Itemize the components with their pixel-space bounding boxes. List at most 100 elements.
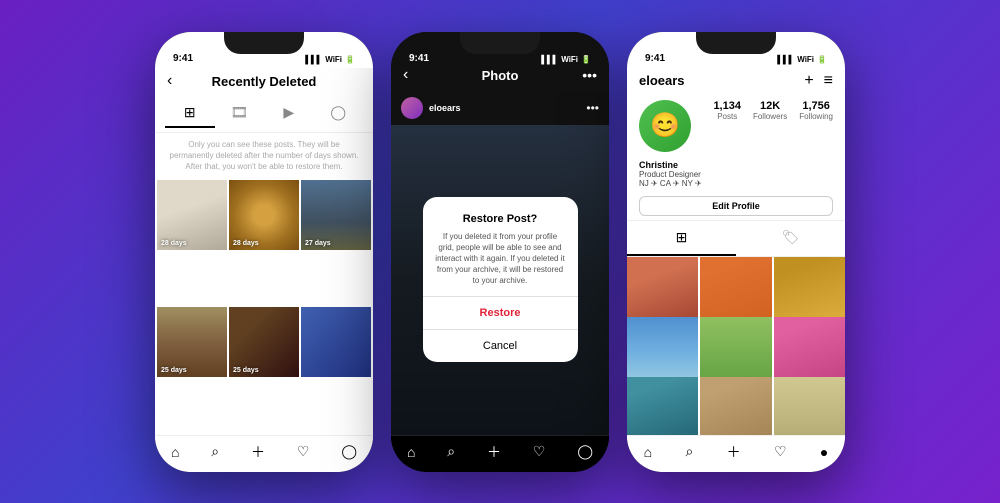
- signal-icon-3: ▌▌▌: [777, 55, 794, 64]
- restore-dialog: Restore Post? If you deleted it from you…: [423, 197, 578, 363]
- bio-name: Christine: [639, 160, 833, 170]
- dialog-body: If you deleted it from your profile grid…: [435, 231, 566, 287]
- profile-avatar: 😊: [639, 100, 691, 152]
- filter-tab-grid[interactable]: ⊞: [165, 99, 215, 128]
- info-text: Only you can see these posts. They will …: [155, 133, 373, 179]
- day-label-4: 25 days: [161, 367, 187, 374]
- profile-grid-item-7[interactable]: [627, 377, 698, 435]
- photo-title: Photo: [482, 68, 519, 83]
- profile-tab-grid[interactable]: ⊞: [627, 221, 736, 256]
- stat-posts-label: Posts: [713, 112, 741, 121]
- cancel-button[interactable]: Cancel: [435, 330, 566, 362]
- phone-photo: 9:41 ▌▌▌ WiFi 🔋 ‹ Photo ••• eloears ••• …: [391, 32, 609, 472]
- search-icon-1[interactable]: ⌕: [211, 443, 219, 460]
- status-time-1: 9:41: [173, 53, 193, 64]
- profile-grid-item-8[interactable]: [700, 377, 771, 435]
- profile-icon-1[interactable]: ◯: [341, 443, 357, 460]
- bottom-nav-1: ⌂ ⌕ ＋ ♡ ◯: [155, 435, 373, 472]
- status-icons-3: ▌▌▌ WiFi 🔋: [777, 55, 827, 64]
- stats-row: 1,134 Posts 12K Followers 1,756 Followin…: [701, 100, 833, 121]
- user-name-sm: eloears: [429, 103, 461, 113]
- screen-2: ‹ Photo ••• eloears ••• Restore Post? If…: [391, 32, 609, 472]
- bottom-nav-3: ⌂ ⌕ ＋ ♡ ●: [627, 435, 845, 472]
- notch-3: [696, 32, 776, 54]
- grid-item-4[interactable]: 25 days: [157, 307, 227, 377]
- nav-bar-1: ‹ Recently Deleted: [155, 68, 373, 95]
- search-icon-2[interactable]: ⌕: [447, 443, 455, 460]
- profile-username: eloears: [639, 73, 685, 88]
- screen-3: eloears + ≡ 😊 1,134 Posts 12K Followers: [627, 68, 845, 472]
- filter-tab-video[interactable]: ▶: [264, 99, 314, 128]
- profile-header: eloears + ≡: [627, 68, 845, 96]
- notch-2: [460, 32, 540, 54]
- back-button-2[interactable]: ‹: [403, 66, 408, 84]
- more-button[interactable]: •••: [582, 67, 597, 83]
- profile-bio: Christine Product Designer NJ ✈ CA ✈ NY …: [627, 156, 845, 192]
- menu-icon[interactable]: ≡: [824, 72, 833, 90]
- grid-item-6[interactable]: [301, 307, 371, 377]
- user-row: eloears •••: [391, 91, 609, 125]
- screen-1: ‹ Recently Deleted ⊞ 🎞 ▶ ◯ Only you can …: [155, 68, 373, 472]
- heart-icon-2[interactable]: ♡: [533, 443, 546, 460]
- filter-tab-story[interactable]: ◯: [314, 99, 364, 128]
- day-label-5: 25 days: [233, 367, 259, 374]
- filter-tabs-1: ⊞ 🎞 ▶ ◯: [155, 95, 373, 133]
- dialog-overlay: Restore Post? If you deleted it from you…: [391, 125, 609, 435]
- phone-profile: 9:41 ▌▌▌ WiFi 🔋 eloears + ≡ 😊 1,134 Post…: [627, 32, 845, 472]
- search-icon-3[interactable]: ⌕: [685, 443, 693, 460]
- bottom-nav-2: ⌂ ⌕ ＋ ♡ ◯: [391, 435, 609, 472]
- stat-following-label: Following: [799, 112, 833, 121]
- add-icon-3[interactable]: ＋: [727, 442, 741, 462]
- battery-icon-3: 🔋: [817, 55, 827, 64]
- deleted-grid: 28 days 28 days 27 days 25 days 25 days: [155, 178, 373, 434]
- profile-header-icons: + ≡: [804, 72, 833, 90]
- profile-grid-item-9[interactable]: [774, 377, 845, 435]
- profile-icon-2[interactable]: ◯: [577, 443, 593, 460]
- bio-location: NJ ✈ CA ✈ NY ✈: [639, 179, 833, 188]
- add-icon-1[interactable]: ＋: [251, 442, 265, 462]
- bio-desc: Product Designer: [639, 170, 833, 179]
- stat-posts-num: 1,134: [713, 100, 741, 112]
- day-label-2: 28 days: [233, 240, 259, 247]
- signal-icon: ▌▌▌: [305, 55, 322, 64]
- stat-followers-num: 12K: [753, 100, 787, 112]
- avatar-face: 😊: [650, 111, 680, 140]
- stat-following: 1,756 Following: [799, 100, 833, 121]
- heart-icon-1[interactable]: ♡: [297, 443, 310, 460]
- profile-tabs: ⊞ 🏷: [627, 220, 845, 257]
- edit-profile-button[interactable]: Edit Profile: [639, 196, 833, 216]
- day-label-1: 28 days: [161, 240, 187, 247]
- grid-item-5[interactable]: 25 days: [229, 307, 299, 377]
- wifi-icon-3: WiFi: [797, 55, 814, 64]
- restore-button[interactable]: Restore: [435, 297, 566, 329]
- profile-tab-tagged[interactable]: 🏷: [736, 221, 845, 256]
- status-icons-2: ▌▌▌ WiFi 🔋: [541, 55, 591, 64]
- battery-icon-2: 🔋: [581, 55, 591, 64]
- notch: [224, 32, 304, 54]
- back-button-1[interactable]: ‹: [167, 72, 172, 90]
- add-icon-2[interactable]: ＋: [487, 442, 501, 462]
- phone-recently-deleted: 9:41 ▌▌▌ WiFi 🔋 ‹ Recently Deleted ⊞ 🎞 ▶…: [155, 32, 373, 472]
- stat-following-num: 1,756: [799, 100, 833, 112]
- home-icon-2[interactable]: ⌂: [407, 444, 415, 460]
- grid-item-2[interactable]: 28 days: [229, 180, 299, 250]
- status-time-3: 9:41: [645, 53, 665, 64]
- more-dots[interactable]: •••: [586, 101, 599, 115]
- dialog-title: Restore Post?: [435, 213, 566, 225]
- grid-img-6: [301, 307, 371, 377]
- plus-icon[interactable]: +: [804, 72, 813, 90]
- home-icon-1[interactable]: ⌂: [171, 444, 179, 460]
- status-time-2: 9:41: [409, 53, 429, 64]
- profile-grid: [627, 257, 845, 435]
- profile-icon-3[interactable]: ●: [820, 444, 828, 460]
- status-icons-1: ▌▌▌ WiFi 🔋: [305, 55, 355, 64]
- wifi-icon-2: WiFi: [561, 55, 578, 64]
- home-icon-3[interactable]: ⌂: [644, 444, 652, 460]
- wifi-icon: WiFi: [325, 55, 342, 64]
- stat-followers: 12K Followers: [753, 100, 787, 121]
- profile-info: 😊 1,134 Posts 12K Followers 1,756 Follow…: [627, 96, 845, 156]
- heart-icon-3[interactable]: ♡: [774, 443, 787, 460]
- grid-item-1[interactable]: 28 days: [157, 180, 227, 250]
- filter-tab-reel[interactable]: 🎞: [215, 99, 265, 128]
- grid-item-3[interactable]: 27 days: [301, 180, 371, 250]
